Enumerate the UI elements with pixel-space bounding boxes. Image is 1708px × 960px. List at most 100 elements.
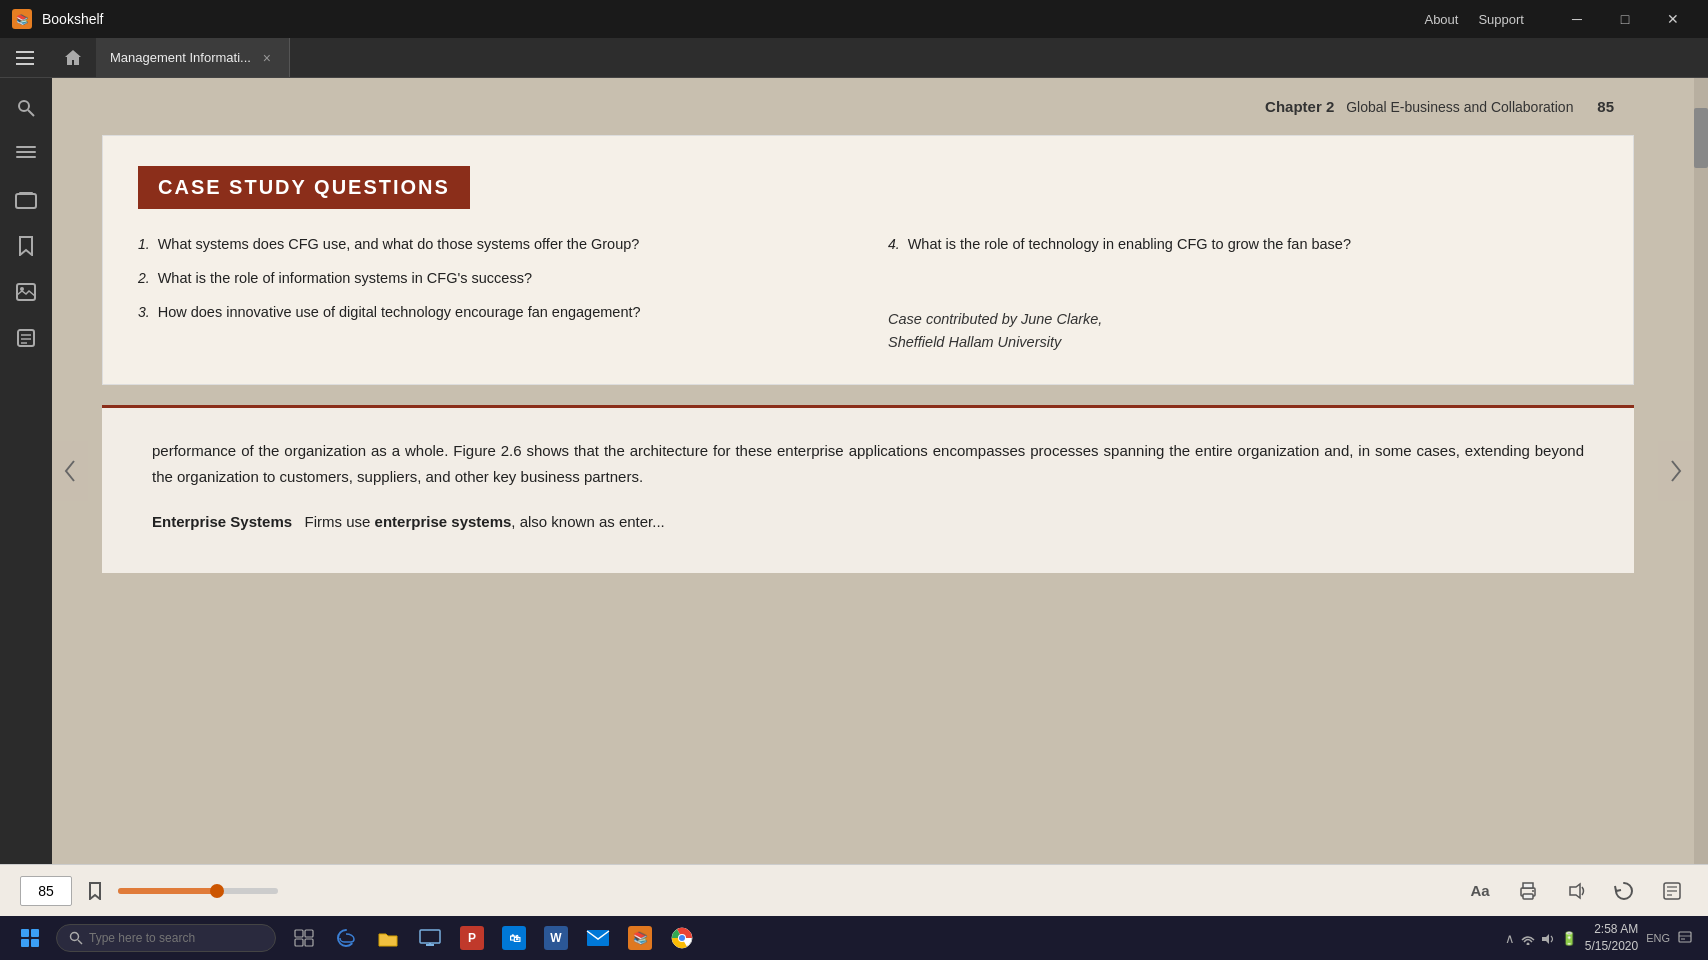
svg-rect-34	[587, 930, 609, 946]
body-text-section: performance of the organization as a who…	[102, 405, 1634, 573]
svg-rect-18	[1523, 883, 1533, 888]
next-page-button[interactable]	[1658, 441, 1694, 501]
taskbar-search-input[interactable]	[89, 931, 249, 945]
sidebar-toc-button[interactable]	[6, 134, 46, 174]
question-3: 3. How does innovative use of digital te…	[138, 302, 848, 324]
svg-rect-17	[1523, 894, 1533, 899]
title-bar-right: About Support ─ □ ✕	[1424, 0, 1696, 38]
file-explorer-button[interactable]	[368, 918, 408, 958]
questions-grid: 1. What systems does CFG use, and what d…	[138, 234, 1598, 354]
sidebar-search-button[interactable]	[6, 88, 46, 128]
notes-edit-button[interactable]	[1656, 875, 1688, 907]
support-link[interactable]: Support	[1478, 12, 1524, 27]
svg-rect-9	[19, 192, 33, 195]
page-content: Chapter 2 Global E-business and Collabor…	[52, 78, 1694, 864]
svg-rect-30	[305, 939, 313, 946]
task-view-button[interactable]	[284, 918, 324, 958]
bookmark-icon[interactable]	[88, 880, 102, 901]
q2-text: What is the role of information systems …	[158, 268, 532, 290]
svg-rect-31	[420, 930, 440, 943]
question-4: 4. What is the role of technology in ena…	[888, 234, 1598, 256]
font-size-button[interactable]: Aa	[1464, 875, 1496, 907]
enterprise-systems-text: Firms use enterprise systems, also known…	[292, 513, 665, 530]
clock-date: 5/15/2020	[1585, 938, 1638, 955]
orange-app-button[interactable]: 📚	[620, 918, 660, 958]
q3-num: 3.	[138, 302, 150, 324]
title-bar: 📚 Bookshelf About Support ─ □ ✕	[0, 0, 1708, 38]
home-button[interactable]	[50, 38, 96, 77]
svg-rect-29	[295, 939, 303, 946]
sidebar-bookmark-button[interactable]	[6, 226, 46, 266]
tab-close-button[interactable]: ×	[259, 50, 275, 66]
q2-num: 2.	[138, 268, 150, 290]
svg-marker-20	[1570, 884, 1580, 898]
book-area: Chapter 2 Global E-business and Collabor…	[52, 78, 1708, 864]
svg-rect-40	[1679, 932, 1691, 942]
word-button[interactable]: W	[536, 918, 576, 958]
edge-button[interactable]	[326, 918, 366, 958]
q1-text: What systems does CFG use, and what do t…	[158, 234, 640, 256]
progress-bar[interactable]	[118, 888, 278, 894]
battery-icon: 🔋	[1561, 931, 1577, 946]
maximize-button[interactable]: □	[1602, 0, 1648, 38]
q4-num: 4.	[888, 234, 900, 256]
case-study-box: CASE STUDY QUESTIONS 1. What systems doe…	[102, 135, 1634, 385]
main-area: Chapter 2 Global E-business and Collabor…	[0, 78, 1708, 864]
start-button[interactable]	[8, 916, 52, 960]
q4-text: What is the role of technology in enabli…	[908, 234, 1351, 256]
powerpoint-button[interactable]: P	[452, 918, 492, 958]
scrollbar-thumb[interactable]	[1694, 108, 1708, 168]
windows-icon	[21, 929, 39, 947]
minimize-button[interactable]: ─	[1554, 0, 1600, 38]
sidebar-image-button[interactable]	[6, 272, 46, 312]
svg-point-25	[71, 933, 79, 941]
page-number-input[interactable]	[20, 876, 72, 906]
svg-rect-1	[16, 57, 34, 59]
case-attribution: Case contributed by June Clarke,Sheffiel…	[888, 308, 1598, 354]
sidebar	[0, 78, 52, 864]
sidebar-flashcard-button[interactable]	[6, 180, 46, 220]
taskbar-clock[interactable]: 2:58 AM 5/15/2020	[1585, 921, 1638, 955]
svg-point-19	[1532, 890, 1534, 892]
progress-thumb[interactable]	[210, 884, 224, 898]
taskbar-search-box[interactable]	[56, 924, 276, 952]
prev-page-button[interactable]	[52, 441, 88, 501]
chapter-title: Global E-business and Collaboration	[1346, 99, 1573, 115]
page-number-header: 85	[1597, 98, 1614, 115]
svg-rect-0	[16, 51, 34, 53]
svg-rect-6	[16, 151, 36, 153]
mail-button[interactable]	[578, 918, 618, 958]
svg-rect-27	[295, 930, 303, 937]
svg-marker-39	[1542, 934, 1549, 944]
this-pc-button[interactable]	[410, 918, 450, 958]
about-link[interactable]: About	[1424, 12, 1458, 27]
chapter-label: Chapter 2	[1265, 98, 1334, 115]
print-button[interactable]	[1512, 875, 1544, 907]
taskbar-apps: P 🛍 W 📚	[284, 918, 702, 958]
taskbar: P 🛍 W 📚	[0, 916, 1708, 960]
progress-fill	[118, 888, 217, 894]
question-1: 1. What systems does CFG use, and what d…	[138, 234, 848, 256]
svg-rect-5	[16, 146, 36, 148]
close-button[interactable]: ✕	[1650, 0, 1696, 38]
hamburger-button[interactable]	[0, 38, 50, 77]
sync-button[interactable]	[1608, 875, 1640, 907]
sidebar-notes-button[interactable]	[6, 318, 46, 358]
book-tab[interactable]: Management Informati... ×	[96, 38, 290, 77]
title-bar-left: 📚 Bookshelf	[12, 9, 1424, 29]
tab-label: Management Informati...	[110, 50, 251, 65]
enterprise-systems-label: Enterprise Systems	[152, 513, 292, 530]
svg-rect-2	[16, 63, 34, 65]
clock-time: 2:58 AM	[1585, 921, 1638, 938]
svg-point-3	[19, 101, 29, 111]
up-arrow-icon[interactable]: ∧	[1505, 931, 1515, 946]
chrome-button[interactable]	[662, 918, 702, 958]
store-button[interactable]: 🛍	[494, 918, 534, 958]
body-paragraph-1: performance of the organization as a who…	[152, 438, 1584, 491]
chapter-header: Chapter 2 Global E-business and Collabor…	[102, 78, 1634, 125]
app-title: Bookshelf	[42, 11, 103, 27]
action-center-icon[interactable]	[1678, 931, 1692, 946]
svg-point-37	[679, 935, 685, 941]
audio-button[interactable]	[1560, 875, 1592, 907]
taskbar-search-icon	[69, 931, 83, 945]
